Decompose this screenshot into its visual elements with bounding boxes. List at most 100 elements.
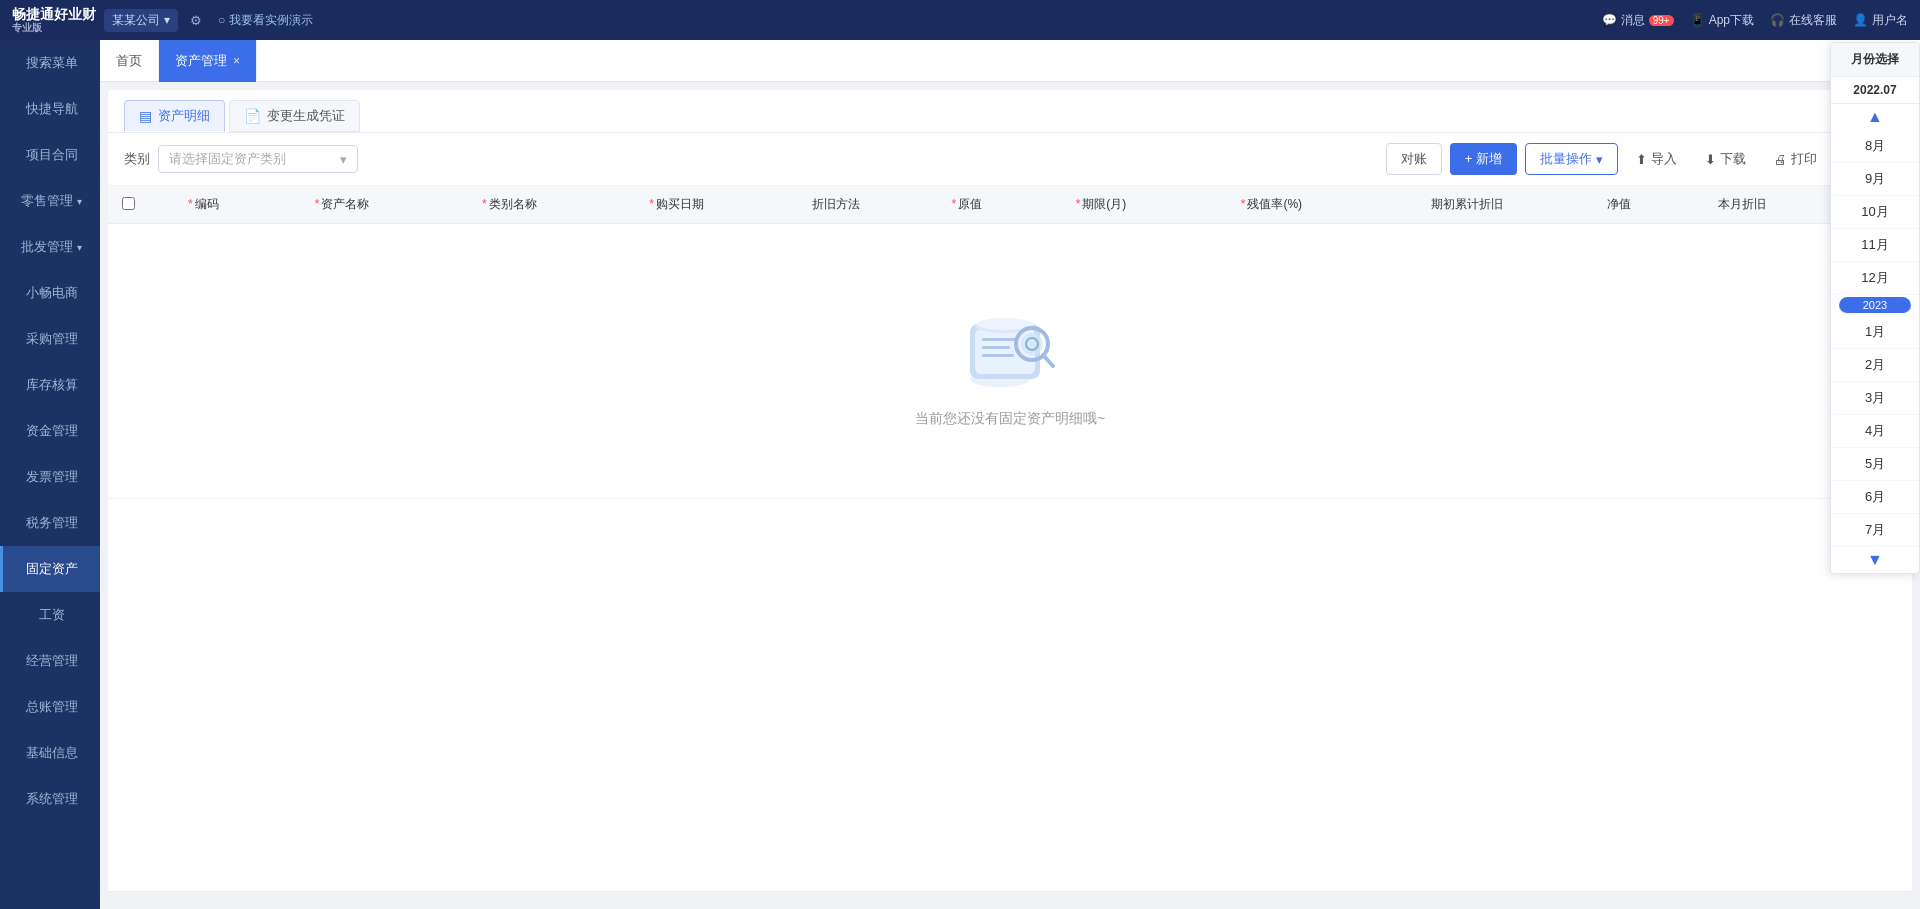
month-picker-label: 月份选择	[1851, 51, 1899, 68]
col-original-value: *原值	[912, 186, 1022, 224]
col-monthly-depreciation: 本月折旧	[1666, 186, 1817, 224]
sidebar-quicknav-label: 快捷导航	[26, 101, 78, 116]
month-item-10[interactable]: 10月	[1831, 196, 1919, 229]
empty-state-cell: 当前您还没有固定资产明细哦~	[108, 224, 1912, 499]
tab-home[interactable]: 首页	[100, 40, 159, 82]
table-header-row: *编码 *资产名称 *类别名称 *购买日期 折旧方法 *原值 *期限(月) *残…	[108, 186, 1912, 224]
month-item-2[interactable]: 2月	[1831, 349, 1919, 382]
empty-state-row: 当前您还没有固定资产明细哦~	[108, 224, 1912, 499]
svg-rect-3	[982, 338, 1017, 341]
company-name: 某某公司	[112, 12, 160, 29]
sidebar-item-search[interactable]: 搜索菜单	[0, 40, 100, 86]
toolbar: 类别 请选择固定资产类别 ▾ 对账 + 新增 批量操作	[108, 133, 1912, 186]
sidebar-item-project[interactable]: 项目合同	[0, 132, 100, 178]
sidebar-item-payroll[interactable]: 工资	[0, 592, 100, 638]
demo-icon: ○	[218, 13, 225, 27]
month-item-7[interactable]: 7月	[1831, 514, 1919, 547]
category-placeholder: 请选择固定资产类别	[169, 150, 286, 168]
sidebar-item-wholesale[interactable]: 批发管理 ▾	[0, 224, 100, 270]
topbar-right: 💬 消息 99+ 📱 App下载 🎧 在线客服 👤 用户名	[1602, 12, 1908, 29]
category-label: 类别	[124, 150, 150, 168]
month-item-6[interactable]: 6月	[1831, 481, 1919, 514]
sidebar-search-label: 搜索菜单	[26, 55, 78, 70]
month-item-8[interactable]: 8月	[1831, 130, 1919, 163]
import-button[interactable]: ⬆ 导入	[1626, 144, 1687, 174]
month-item-11[interactable]: 11月	[1831, 229, 1919, 262]
content-area: 首页 资产管理 × ▤ 资产明细 📄 变更生成凭证	[100, 40, 1920, 909]
col-net-value: 净值	[1571, 186, 1666, 224]
app-download-button[interactable]: 📱 App下载	[1690, 12, 1754, 29]
headset-icon: 🎧	[1770, 13, 1785, 27]
svg-rect-5	[982, 354, 1014, 357]
month-prev-button[interactable]: ▲	[1831, 104, 1919, 130]
sidebar-item-fixed-assets[interactable]: 固定资产	[0, 546, 100, 592]
bottom-scrollbar[interactable]	[108, 891, 1912, 901]
month-next-button[interactable]: ▼	[1831, 547, 1919, 573]
month-picker-title: 月份选择	[1831, 43, 1919, 77]
print-button[interactable]: 🖨 打印	[1764, 144, 1827, 174]
sidebar-item-operations[interactable]: 经营管理	[0, 638, 100, 684]
col-depreciation-method: 折旧方法	[760, 186, 911, 224]
tab-close-icon[interactable]: ×	[233, 54, 240, 68]
sidebar-item-basics[interactable]: 基础信息	[0, 730, 100, 776]
tab-asset-management[interactable]: 资产管理 ×	[159, 40, 257, 82]
dropdown-icon: ▾	[164, 13, 170, 27]
app-logo: 畅捷通好业财 专业版	[12, 6, 96, 35]
sidebar-item-ledger[interactable]: 总账管理	[0, 684, 100, 730]
user-menu[interactable]: 👤 用户名	[1853, 12, 1908, 29]
sub-tab-asset-detail[interactable]: ▤ 资产明细	[124, 100, 225, 132]
chevron-down-icon: ▾	[77, 196, 82, 207]
category-select[interactable]: 请选择固定资产类别 ▾	[158, 145, 358, 173]
month-item-9[interactable]: 9月	[1831, 163, 1919, 196]
month-picker-year: 2022.07	[1831, 77, 1919, 104]
col-purchase-date: *购买日期	[593, 186, 760, 224]
print-icon: 🖨	[1774, 152, 1787, 167]
main-panel: ▤ 资产明细 📄 变更生成凭证 类别 请选择固定资产类别 ▾	[108, 90, 1912, 901]
sidebar-item-tax[interactable]: 税务管理	[0, 500, 100, 546]
download-button[interactable]: ⬇ 下载	[1695, 144, 1756, 174]
message-icon: 💬	[1602, 13, 1617, 27]
message-button[interactable]: 💬 消息 99+	[1602, 12, 1674, 29]
month-picker-panel: 月份选择 2022.07 ▲ 8月 9月 10月 11月 12月 2023 1月…	[1830, 42, 1920, 574]
sub-tab-change-voucher[interactable]: 📄 变更生成凭证	[229, 100, 360, 132]
add-new-button[interactable]: + 新增	[1450, 143, 1517, 175]
reconcile-button[interactable]: 对账	[1386, 143, 1442, 175]
user-avatar: 👤	[1853, 13, 1868, 27]
month-item-1[interactable]: 1月	[1831, 316, 1919, 349]
col-code: *编码	[148, 186, 258, 224]
month-item-3[interactable]: 3月	[1831, 382, 1919, 415]
month-item-4[interactable]: 4月	[1831, 415, 1919, 448]
month-item-5[interactable]: 5月	[1831, 448, 1919, 481]
doc-icon: 📄	[244, 108, 261, 124]
tab-bar: 首页 资产管理 ×	[100, 40, 1920, 82]
chevron-down-icon: ▾	[77, 242, 82, 253]
sidebar-item-retail[interactable]: 零售管理 ▾	[0, 178, 100, 224]
svg-point-9	[1021, 333, 1043, 355]
sidebar-item-quicknav[interactable]: 快捷导航	[0, 86, 100, 132]
month-item-year-2023: 2023	[1839, 297, 1911, 314]
sidebar-item-finance[interactable]: 资金管理	[0, 408, 100, 454]
online-service-button[interactable]: 🎧 在线客服	[1770, 12, 1837, 29]
sidebar-item-purchase[interactable]: 采购管理	[0, 316, 100, 362]
sidebar: 搜索菜单 快捷导航 项目合同 零售管理 ▾ 批发管理 ▾ 小畅电商 采购管理 库	[0, 40, 100, 909]
empty-message: 当前您还没有固定资产明细哦~	[915, 410, 1105, 428]
main-layout: 搜索菜单 快捷导航 项目合同 零售管理 ▾ 批发管理 ▾ 小畅电商 采购管理 库	[0, 40, 1920, 909]
settings-icon[interactable]: ⚙	[190, 13, 202, 28]
select-all-checkbox-header[interactable]	[108, 186, 148, 224]
month-item-12[interactable]: 12月	[1831, 262, 1919, 295]
sidebar-item-inventory[interactable]: 库存核算	[0, 362, 100, 408]
sidebar-item-system[interactable]: 系统管理	[0, 776, 100, 822]
select-all-checkbox[interactable]	[122, 197, 135, 210]
batch-ops-button[interactable]: 批量操作 ▾	[1525, 143, 1618, 175]
page-content: ▤ 资产明细 📄 变更生成凭证 类别 请选择固定资产类别 ▾	[100, 82, 1920, 909]
demo-link[interactable]: ○ 我要看实例演示	[218, 12, 313, 29]
sidebar-item-invoice[interactable]: 发票管理	[0, 454, 100, 500]
month-list: 8月 9月 10月 11月 12月 2023 1月 2月 3月 4月 5月 6月…	[1831, 130, 1919, 547]
sub-tabs: ▤ 资产明细 📄 变更生成凭证	[108, 90, 1912, 133]
sidebar-item-ecommerce[interactable]: 小畅电商	[0, 270, 100, 316]
import-icon: ⬆	[1636, 152, 1647, 167]
company-selector[interactable]: 某某公司 ▾	[104, 9, 178, 32]
list-icon: ▤	[139, 108, 152, 124]
col-period: *期限(月)	[1022, 186, 1180, 224]
svg-line-10	[1043, 355, 1053, 366]
